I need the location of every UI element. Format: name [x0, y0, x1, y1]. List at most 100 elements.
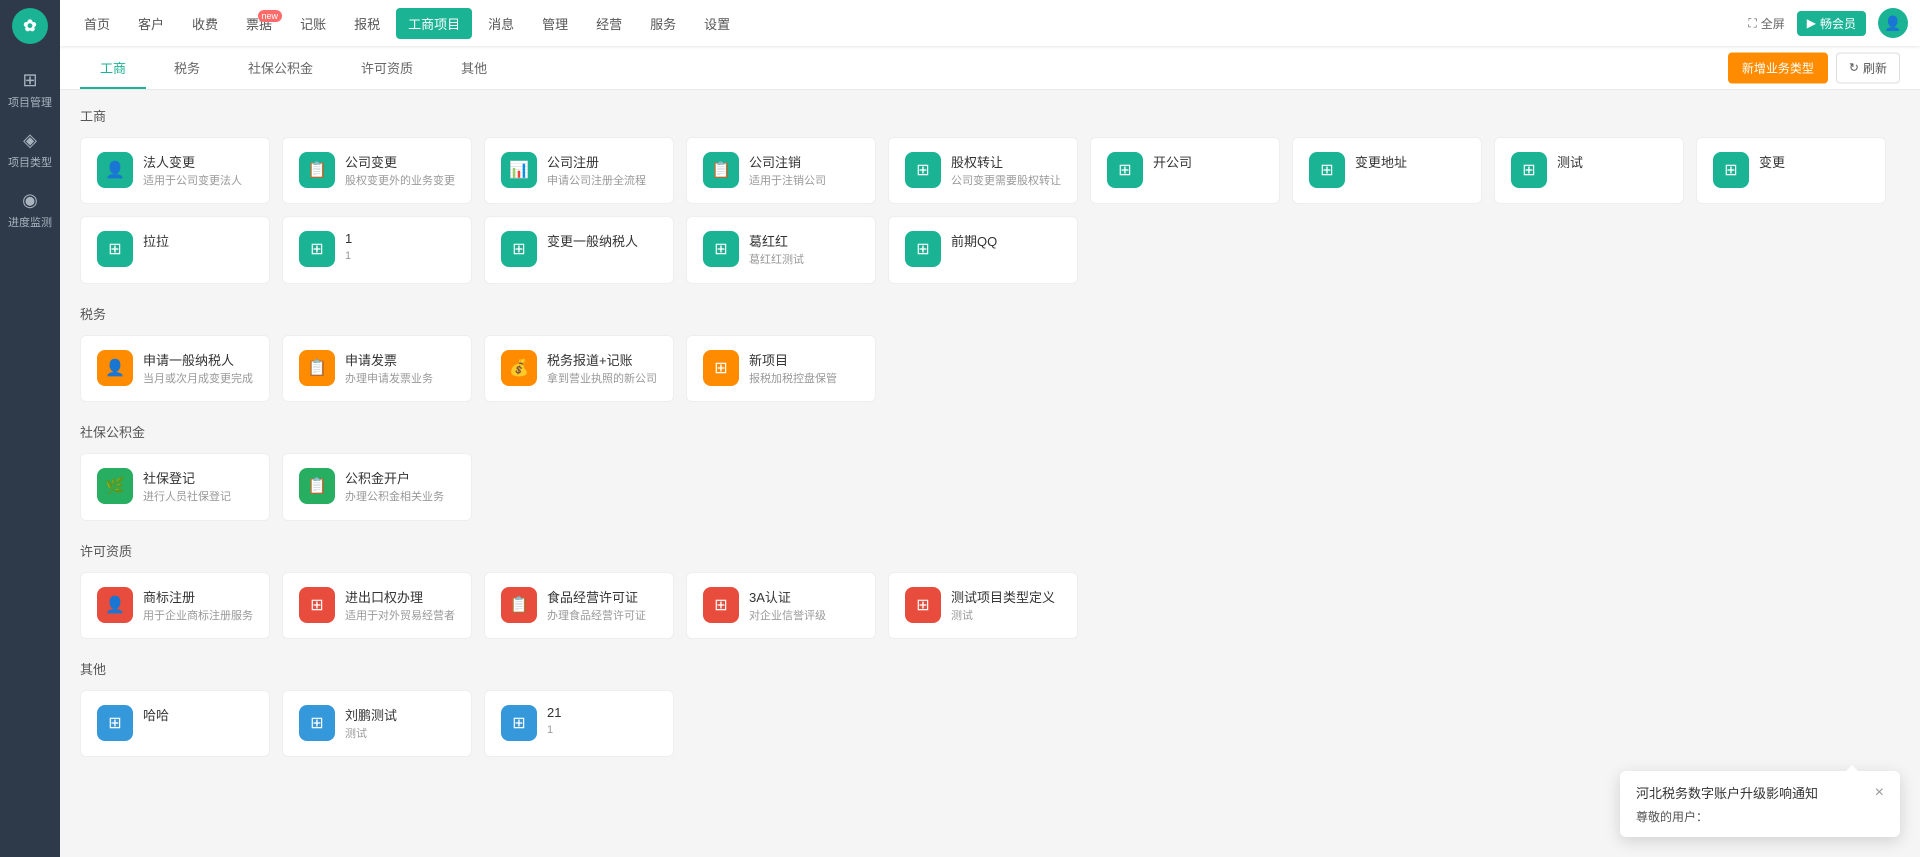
card-company-register[interactable]: 📊 公司注册 申请公司注册全流程	[484, 137, 674, 204]
tax-report-desc: 拿到营业执照的新公司	[547, 372, 657, 387]
card-apply-invoice[interactable]: 📋 申请发票 办理申请发票业务	[282, 335, 472, 402]
card-front-qq[interactable]: ⊞ 前期QQ	[888, 216, 1078, 283]
tab-gongshang[interactable]: 工商	[80, 46, 146, 89]
card-haha[interactable]: ⊞ 哈哈	[80, 690, 270, 757]
twentyone-icon: ⊞	[501, 705, 537, 741]
tab-shuiwu[interactable]: 税务	[154, 46, 220, 89]
company-cancel-desc: 适用于注销公司	[749, 174, 826, 189]
company-change-title: 公司变更	[345, 152, 455, 171]
import-export-title: 进出口权办理	[345, 587, 455, 606]
change-address-icon: ⊞	[1309, 152, 1345, 188]
fullscreen-button[interactable]: ⛶ 全屏	[1748, 15, 1784, 32]
member-button[interactable]: ▶ 畅会员	[1797, 11, 1866, 36]
nav-right: ⛶ 全屏 ▶ 畅会员 👤	[1748, 8, 1908, 38]
apply-taxpayer-title: 申请一般纳税人	[143, 350, 253, 369]
front-qq-title: 前期QQ	[951, 231, 997, 250]
nav-operation[interactable]: 经营	[584, 8, 634, 39]
company-register-title: 公司注册	[547, 152, 646, 171]
new-project-title: 新项目	[749, 350, 837, 369]
nav-settings[interactable]: 设置	[692, 8, 742, 39]
card-apply-taxpayer[interactable]: 👤 申请一般纳税人 当月或次月成变更完成	[80, 335, 270, 402]
nav-industrial[interactable]: 工商项目	[396, 8, 472, 39]
nav-items: 首页 客户 收费 票据 new 记账 报税 工商项目 消息 管理 经营 服务 设…	[72, 8, 1748, 39]
change-taxpayer-icon: ⊞	[501, 231, 537, 267]
card-change-taxpayer[interactable]: ⊞ 变更一般纳税人	[484, 216, 674, 283]
card-legal-change[interactable]: 👤 法人变更 适用于公司变更法人	[80, 137, 270, 204]
twentyone-desc: 1	[547, 723, 561, 738]
change-taxpayer-title: 变更一般纳税人	[547, 231, 638, 250]
nav-billing[interactable]: 收费	[180, 8, 230, 39]
sidebar-item-project-manage[interactable]: ⊞ 项目管理	[0, 60, 60, 120]
notification-title: 河北税务数字账户升级影响通知	[1636, 783, 1818, 802]
new-project-desc: 报税加税控盘保管	[749, 372, 837, 387]
liupeng-test-icon: ⊞	[299, 705, 335, 741]
company-cancel-title: 公司注销	[749, 152, 826, 171]
card-change-address[interactable]: ⊞ 变更地址	[1292, 137, 1482, 204]
card-new-project[interactable]: ⊞ 新项目 报税加税控盘保管	[686, 335, 876, 402]
section-shebao: 社保公积金 🌿 社保登记 进行人员社保登记 📋 公积金开户 办理公积金相关	[80, 422, 1900, 520]
sidebar-item-project-type[interactable]: ◈ 项目类型	[0, 120, 60, 180]
company-cancel-icon: 📋	[703, 152, 739, 188]
card-company-change[interactable]: 📋 公司变更 股权变更外的业务变更	[282, 137, 472, 204]
card-tax-report[interactable]: 💰 税务报道+记账 拿到营业执照的新公司	[484, 335, 674, 402]
section-shuiwu-title: 税务	[80, 304, 1900, 323]
section-other-title: 其他	[80, 659, 1900, 678]
card-company-cancel[interactable]: 📋 公司注销 适用于注销公司	[686, 137, 876, 204]
card-test-type[interactable]: ⊞ 测试项目类型定义 测试	[888, 572, 1078, 639]
card-trademark[interactable]: 👤 商标注册 用于企业商标注册服务	[80, 572, 270, 639]
card-one[interactable]: ⊞ 1 1	[282, 216, 472, 283]
import-export-desc: 适用于对外贸易经营者	[345, 609, 455, 624]
twentyone-title: 21	[547, 705, 561, 720]
notification-close-button[interactable]: ×	[1875, 784, 1884, 802]
nav-service[interactable]: 服务	[638, 8, 688, 39]
tabs-actions: 新增业务类型 ↻ 刷新	[1728, 52, 1900, 83]
tax-report-icon: 💰	[501, 350, 537, 386]
nav-home[interactable]: 首页	[72, 8, 122, 39]
refresh-button[interactable]: ↻ 刷新	[1836, 52, 1900, 83]
section-xuke: 许可资质 👤 商标注册 用于企业商标注册服务 ⊞ 进出口权办理 适用于对外贸	[80, 541, 1900, 639]
card-lala[interactable]: ⊞ 拉拉	[80, 216, 270, 283]
nav-ticket[interactable]: 票据 new	[234, 8, 284, 39]
card-3a-cert[interactable]: ⊞ 3A认证 对企业信誉评级	[686, 572, 876, 639]
nav-customer[interactable]: 客户	[126, 8, 176, 39]
food-license-desc: 办理食品经营许可证	[547, 609, 646, 624]
lala-icon: ⊞	[97, 231, 133, 267]
card-equity-transfer[interactable]: ⊞ 股权转让 公司变更需要股权转让	[888, 137, 1078, 204]
card-fund-open[interactable]: 📋 公积金开户 办理公积金相关业务	[282, 453, 472, 520]
tab-xuke[interactable]: 许可资质	[341, 46, 433, 89]
project-manage-icon: ⊞	[22, 70, 37, 91]
import-export-icon: ⊞	[299, 587, 335, 623]
change-title: 变更	[1759, 152, 1785, 171]
avatar[interactable]: 👤	[1878, 8, 1908, 38]
section-gongshang: 工商 👤 法人变更 适用于公司变更法人 📋 公司变更 股权变更外的业务变更	[80, 106, 1900, 284]
ticket-badge: new	[258, 10, 283, 22]
card-social-register[interactable]: 🌿 社保登记 进行人员社保登记	[80, 453, 270, 520]
card-liupeng-test[interactable]: ⊞ 刘鹏测试 测试	[282, 690, 472, 757]
card-import-export[interactable]: ⊞ 进出口权办理 适用于对外贸易经营者	[282, 572, 472, 639]
test-icon: ⊞	[1511, 152, 1547, 188]
card-open-company[interactable]: ⊞ 开公司	[1090, 137, 1280, 204]
change-icon: ⊞	[1713, 152, 1749, 188]
company-register-desc: 申请公司注册全流程	[547, 174, 646, 189]
tab-shebao[interactable]: 社保公积金	[228, 46, 333, 89]
card-twentyone[interactable]: ⊞ 21 1	[484, 690, 674, 757]
card-guhonghong[interactable]: ⊞ 葛红红 葛红红测试	[686, 216, 876, 283]
card-test[interactable]: ⊞ 测试	[1494, 137, 1684, 204]
social-register-desc: 进行人员社保登记	[143, 490, 231, 505]
nav-tax[interactable]: 报税	[342, 8, 392, 39]
nav-accounting[interactable]: 记账	[288, 8, 338, 39]
tab-other[interactable]: 其他	[441, 46, 507, 89]
test-type-desc: 测试	[951, 609, 1055, 624]
card-change[interactable]: ⊞ 变更	[1696, 137, 1886, 204]
nav-manage[interactable]: 管理	[530, 8, 580, 39]
new-type-button[interactable]: 新增业务类型	[1728, 52, 1828, 83]
main-area: 首页 客户 收费 票据 new 记账 报税 工商项目 消息 管理 经营 服务 设…	[60, 0, 1920, 857]
card-food-license[interactable]: 📋 食品经营许可证 办理食品经营许可证	[484, 572, 674, 639]
test-type-title: 测试项目类型定义	[951, 587, 1055, 606]
guhonghong-desc: 葛红红测试	[749, 253, 804, 268]
3a-cert-desc: 对企业信誉评级	[749, 609, 826, 624]
nav-message[interactable]: 消息	[476, 8, 526, 39]
one-desc: 1	[345, 249, 352, 264]
refresh-label: 刷新	[1863, 59, 1887, 76]
sidebar-item-progress-monitor[interactable]: ◉ 进度监测	[0, 180, 60, 240]
